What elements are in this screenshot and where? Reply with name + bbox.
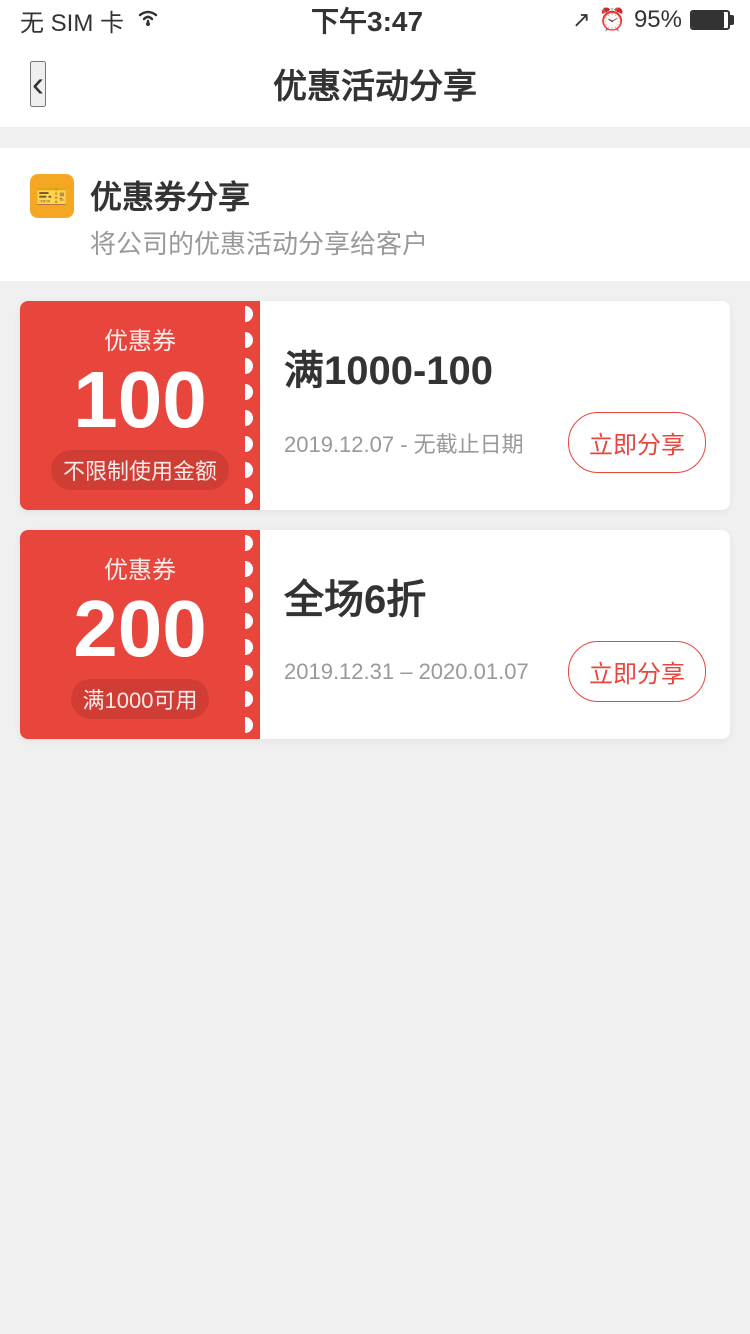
coupon-left-1: 优惠券 100 不限制使用金额 bbox=[20, 301, 260, 510]
coupon-date-2: 2019.12.31 – 2020.01.07 bbox=[284, 659, 558, 685]
coupon-footer-2: 2019.12.31 – 2020.01.07 立即分享 bbox=[284, 641, 706, 702]
section-text-group: 优惠券分享 将公司的优惠活动分享给客户 bbox=[90, 172, 428, 261]
coupon-condition-2: 满1000可用 bbox=[71, 679, 210, 719]
coupon-card-2: 优惠券 200 满1000可用 全场6折 2019.12.31 – 2020.0… bbox=[20, 530, 730, 739]
status-left: 无 SIM 卡 bbox=[20, 3, 162, 38]
nav-bar: ‹ 优惠活动分享 bbox=[0, 40, 750, 128]
coupon-type-1: 优惠券 bbox=[104, 321, 176, 356]
coupon-date-1: 2019.12.07 - 无截止日期 bbox=[284, 427, 558, 459]
coupon-right-1: 满1000-100 2019.12.07 - 无截止日期 立即分享 bbox=[260, 301, 730, 510]
coupon-amount-1: 100 bbox=[73, 360, 206, 440]
battery-icon bbox=[690, 10, 730, 30]
coupon-footer-1: 2019.12.07 - 无截止日期 立即分享 bbox=[284, 412, 706, 473]
section-header: 🎫 优惠券分享 将公司的优惠活动分享给客户 bbox=[0, 148, 750, 281]
carrier-text: 无 SIM 卡 bbox=[20, 3, 124, 38]
location-icon: ↗ bbox=[572, 7, 590, 33]
coupon-condition-1: 不限制使用金额 bbox=[51, 450, 229, 490]
coupon-list: 优惠券 100 不限制使用金额 满1000-100 2019.12.07 - 无… bbox=[0, 281, 750, 759]
status-bar: 无 SIM 卡 下午3:47 ↗ ⏰ 95% bbox=[0, 0, 750, 40]
wifi-icon bbox=[134, 6, 162, 34]
alarm-icon: ⏰ bbox=[599, 7, 626, 33]
section-gap-top bbox=[0, 128, 750, 148]
coupon-amount-2: 200 bbox=[73, 589, 206, 669]
coupon-name-1: 满1000-100 bbox=[284, 338, 706, 396]
coupon-type-2: 优惠券 bbox=[104, 550, 176, 585]
status-time: 下午3:47 bbox=[311, 0, 423, 40]
share-button-2[interactable]: 立即分享 bbox=[568, 641, 706, 702]
battery-percent: 95% bbox=[634, 6, 682, 34]
back-button[interactable]: ‹ bbox=[30, 61, 46, 107]
coupon-name-2: 全场6折 bbox=[284, 567, 706, 625]
share-button-1[interactable]: 立即分享 bbox=[568, 412, 706, 473]
section-title: 优惠券分享 bbox=[90, 172, 428, 218]
page-title: 优惠活动分享 bbox=[273, 59, 477, 108]
section-icon: 🎫 bbox=[30, 174, 74, 218]
coupon-card-1: 优惠券 100 不限制使用金额 满1000-100 2019.12.07 - 无… bbox=[20, 301, 730, 510]
coupon-right-2: 全场6折 2019.12.31 – 2020.01.07 立即分享 bbox=[260, 530, 730, 739]
status-right: ↗ ⏰ 95% bbox=[572, 6, 730, 34]
coupon-left-2: 优惠券 200 满1000可用 bbox=[20, 530, 260, 739]
section-subtitle: 将公司的优惠活动分享给客户 bbox=[90, 224, 428, 261]
bottom-area bbox=[0, 759, 750, 1259]
